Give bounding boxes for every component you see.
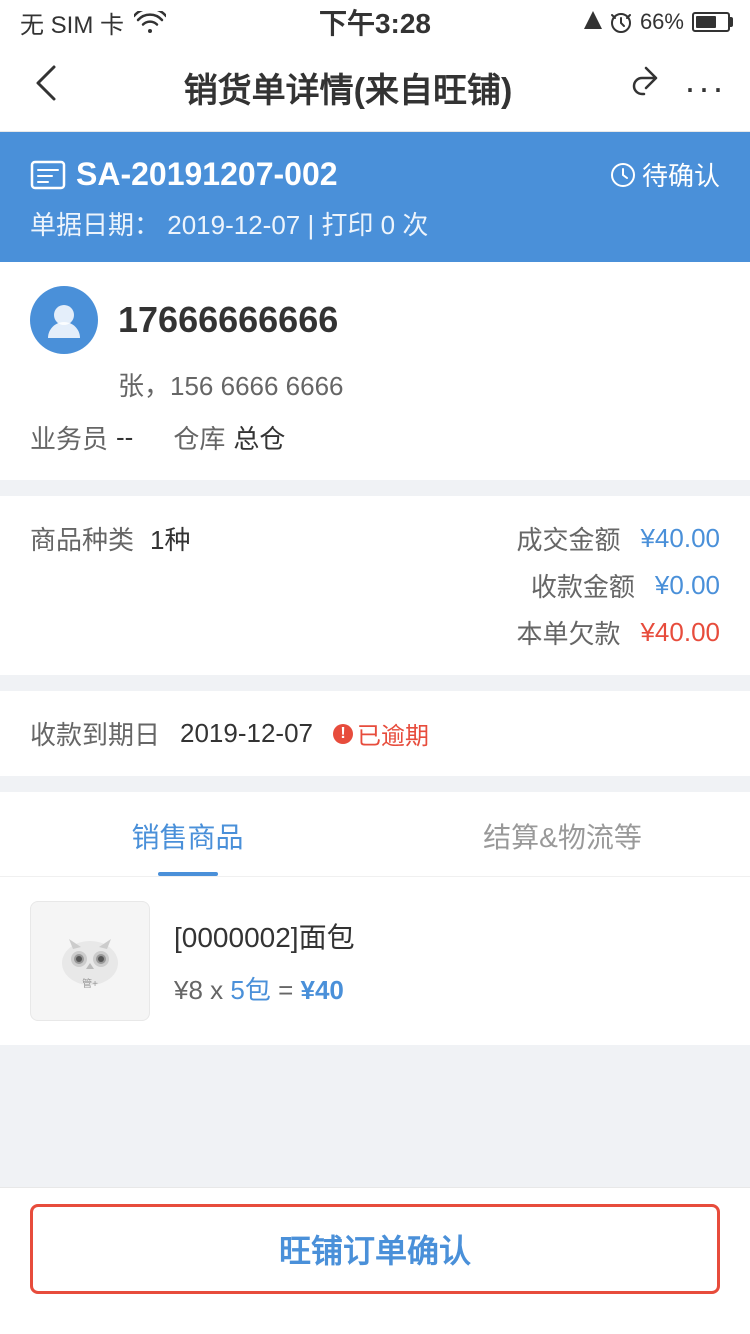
tab-settlement-label: 结算&物流等 — [483, 822, 642, 853]
received-value: ¥0.00 — [655, 570, 720, 601]
print-info: | 打印 0 次 — [307, 210, 428, 240]
owed-label: 本单欠款 — [516, 614, 620, 651]
clock-icon — [610, 162, 636, 188]
salesman-label: 业务员 — [30, 419, 108, 456]
tab-sales-label: 销售商品 — [131, 822, 243, 853]
alarm-icon — [610, 11, 632, 33]
product-name: [0000002]面包 — [174, 916, 720, 956]
amount-value: ¥40.00 — [640, 523, 720, 554]
received-row: 收款金额 ¥0.00 — [531, 567, 720, 604]
product-price-row: ¥8 x 5包 = ¥40 — [174, 970, 720, 1007]
warehouse-value: 总仓 — [233, 419, 285, 456]
product-item: 管+ [0000002]面包 ¥8 x 5包 = ¥40 — [0, 877, 750, 1045]
receipt-icon — [30, 160, 66, 190]
order-status: 待确认 — [610, 156, 720, 193]
order-header: SA-20191207-002 待确认 单据日期： 2019-12-07 | 打… — [0, 132, 750, 262]
product-thumbnail: 管+ — [30, 901, 150, 1021]
product-type-area: 商品种类 1种 — [30, 520, 190, 557]
overdue-badge: ! 已逾期 — [333, 716, 429, 751]
confirm-button-area: 旺铺订单确认 — [0, 1187, 750, 1334]
tab-sales-product[interactable]: 销售商品 — [0, 792, 375, 876]
date-label: 单据日期： — [30, 210, 160, 240]
summary-section: 商品种类 1种 成交金额 ¥40.00 收款金额 ¥0.00 本单欠款 ¥40.… — [0, 496, 750, 675]
owed-row: 本单欠款 ¥40.00 — [516, 614, 720, 651]
location-icon — [584, 11, 602, 33]
tab-settlement[interactable]: 结算&物流等 — [375, 792, 750, 876]
status-time: 下午3:28 — [319, 2, 431, 42]
order-date-info: 单据日期： 2019-12-07 | 打印 0 次 — [30, 205, 720, 242]
price-unit: ¥8 — [174, 975, 203, 1005]
overdue-text: 已逾期 — [357, 716, 429, 751]
order-id-text: SA-20191207-002 — [76, 156, 338, 193]
product-thumb-icon: 管+ — [55, 931, 125, 991]
product-type-label: 商品种类 — [30, 520, 134, 557]
product-info: [0000002]面包 ¥8 x 5包 = ¥40 — [174, 916, 720, 1007]
confirm-button-label: 旺铺订单确认 — [279, 1226, 471, 1272]
tabs-header: 销售商品 结算&物流等 — [0, 792, 750, 877]
product-type-value: 1种 — [150, 520, 190, 557]
due-label: 收款到期日 — [30, 715, 160, 752]
carrier-label: 无 SIM 卡 — [20, 5, 124, 40]
status-bar: 无 SIM 卡 下午3:28 66% — [0, 0, 750, 44]
customer-meta: 业务员 -- 仓库 总仓 — [30, 419, 720, 456]
order-id-section: SA-20191207-002 — [30, 156, 338, 193]
customer-name: 张，156 6666 6666 — [118, 366, 720, 403]
customer-section: 17666666666 张，156 6666 6666 业务员 -- 仓库 总仓 — [0, 262, 750, 480]
due-date-section: 收款到期日 2019-12-07 ! 已逾期 — [0, 691, 750, 776]
share-button[interactable] — [628, 66, 664, 110]
battery-indicator — [692, 12, 730, 32]
wifi-icon — [134, 11, 166, 33]
status-right: 66% — [584, 9, 730, 35]
amount-row: 成交金额 ¥40.00 — [516, 520, 720, 557]
battery-label: 66% — [640, 9, 684, 35]
product-total: ¥40 — [300, 975, 343, 1005]
status-left: 无 SIM 卡 — [20, 5, 166, 40]
received-label: 收款金额 — [531, 567, 635, 604]
svg-text:管+: 管+ — [82, 977, 98, 990]
status-text: 待确认 — [642, 156, 720, 193]
order-date-value: 2019-12-07 — [167, 210, 300, 240]
warning-icon: ! — [333, 724, 353, 744]
tab-active-indicator — [158, 872, 218, 876]
customer-phone: 17666666666 — [118, 299, 338, 341]
warehouse-item: 仓库 总仓 — [173, 419, 285, 456]
nav-actions: ··· — [628, 66, 726, 110]
warehouse-label: 仓库 — [173, 419, 225, 456]
more-button[interactable]: ··· — [684, 67, 726, 109]
page-title: 销货单详情(来自旺铺) — [184, 63, 513, 112]
user-icon — [44, 300, 84, 340]
back-button[interactable] — [24, 53, 68, 122]
customer-avatar — [30, 286, 98, 354]
tabs-section: 销售商品 结算&物流等 — [0, 792, 750, 1045]
salesman-item: 业务员 -- — [30, 419, 133, 456]
confirm-order-button[interactable]: 旺铺订单确认 — [30, 1204, 720, 1294]
due-date-value: 2019-12-07 — [180, 718, 313, 749]
equals-sign: = — [271, 975, 301, 1005]
amount-label: 成交金额 — [516, 520, 620, 557]
nav-bar: 销货单详情(来自旺铺) ··· — [0, 44, 750, 132]
amounts-area: 成交金额 ¥40.00 收款金额 ¥0.00 本单欠款 ¥40.00 — [516, 520, 720, 651]
salesman-value: -- — [116, 422, 133, 453]
product-quantity: 5包 — [230, 975, 270, 1005]
multiply-sign: x — [203, 975, 230, 1005]
owed-value: ¥40.00 — [640, 617, 720, 648]
